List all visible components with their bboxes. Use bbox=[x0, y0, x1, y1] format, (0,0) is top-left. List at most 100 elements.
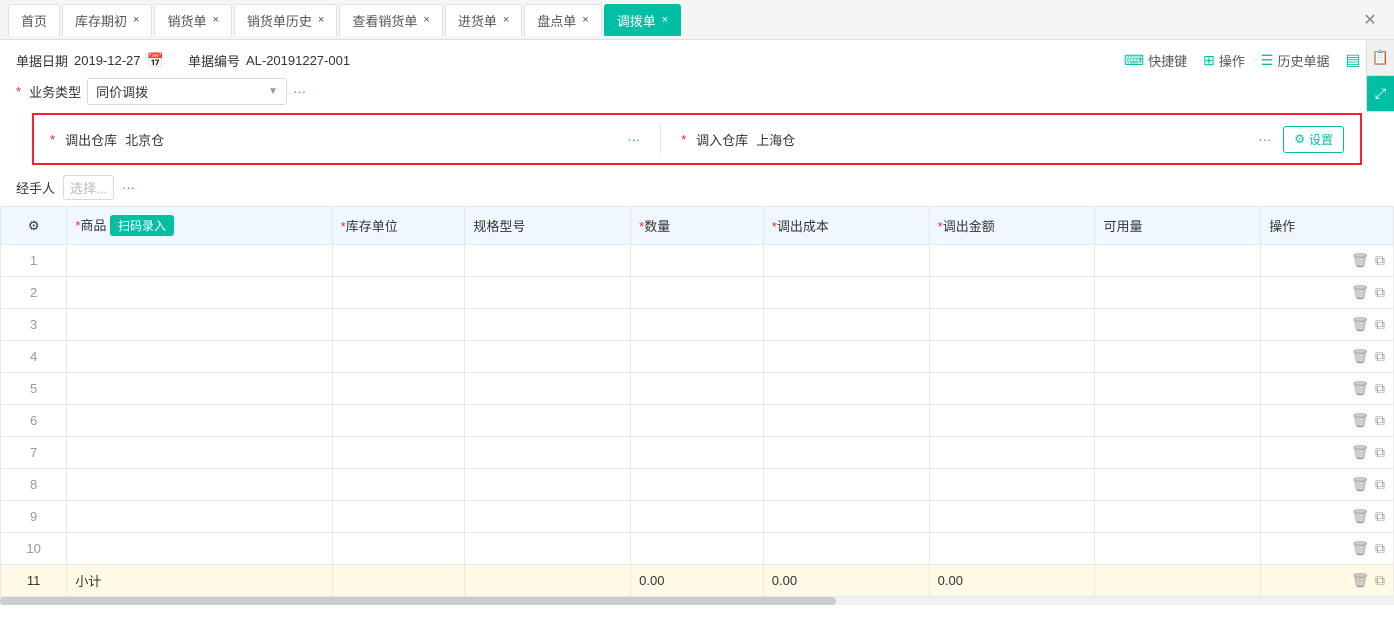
cell-qty[interactable] bbox=[631, 373, 764, 405]
close-icon[interactable]: × bbox=[662, 14, 668, 26]
copy-icon[interactable]: ⧉ bbox=[1375, 540, 1385, 557]
delete-icon[interactable]: 🗑 bbox=[1351, 444, 1369, 461]
biz-type-more-btn[interactable]: ··· bbox=[293, 84, 306, 99]
copy-icon[interactable]: ⧉ bbox=[1375, 252, 1385, 269]
cell-unit[interactable] bbox=[332, 341, 465, 373]
delete-icon[interactable]: 🗑 bbox=[1351, 380, 1369, 397]
cell-spec[interactable] bbox=[465, 469, 631, 501]
cell-qty[interactable] bbox=[631, 469, 764, 501]
cell-avail[interactable] bbox=[1095, 245, 1261, 277]
cell-product[interactable] bbox=[67, 245, 332, 277]
cell-qty[interactable] bbox=[631, 437, 764, 469]
cell-spec[interactable] bbox=[465, 373, 631, 405]
cell-spec[interactable] bbox=[465, 533, 631, 565]
tab-sales-history[interactable]: 销货单历史 × bbox=[234, 4, 337, 36]
cell-amount[interactable] bbox=[929, 373, 1095, 405]
cell-avail[interactable] bbox=[1095, 501, 1261, 533]
copy-icon[interactable]: ⧉ bbox=[1375, 348, 1385, 365]
cell-amount[interactable] bbox=[929, 533, 1095, 565]
cell-unit[interactable] bbox=[332, 277, 465, 309]
delete-icon[interactable]: 🗑 bbox=[1351, 476, 1369, 493]
copy-icon[interactable]: ⧉ bbox=[1375, 412, 1385, 429]
cell-product[interactable] bbox=[67, 277, 332, 309]
sidebar-note-btn[interactable]: 📋 bbox=[1367, 40, 1394, 76]
cell-avail[interactable] bbox=[1095, 437, 1261, 469]
history-btn[interactable]: ☰ 历史单据 bbox=[1261, 51, 1330, 70]
delete-icon[interactable]: 🗑 bbox=[1351, 252, 1369, 269]
copy-icon[interactable]: ⧉ bbox=[1375, 508, 1385, 525]
cell-amount[interactable] bbox=[929, 405, 1095, 437]
in-warehouse-value[interactable]: 上海仓 bbox=[756, 130, 795, 149]
cell-cost[interactable] bbox=[763, 245, 929, 277]
delete-icon[interactable]: 🗑 bbox=[1351, 412, 1369, 429]
close-icon[interactable]: × bbox=[318, 14, 324, 26]
cell-cost[interactable] bbox=[763, 469, 929, 501]
cell-product[interactable] bbox=[67, 501, 332, 533]
horizontal-scrollbar[interactable] bbox=[0, 597, 1394, 605]
close-icon[interactable]: × bbox=[212, 14, 218, 26]
cell-cost[interactable] bbox=[763, 405, 929, 437]
tab-inventory-init[interactable]: 库存期初 × bbox=[62, 4, 152, 36]
cell-qty[interactable] bbox=[631, 277, 764, 309]
cell-avail[interactable] bbox=[1095, 373, 1261, 405]
agent-more-btn[interactable]: ··· bbox=[122, 180, 135, 195]
cell-amount[interactable] bbox=[929, 341, 1095, 373]
in-warehouse-more-btn[interactable]: ··· bbox=[1258, 132, 1271, 147]
cell-spec[interactable] bbox=[465, 405, 631, 437]
cell-product[interactable] bbox=[67, 309, 332, 341]
cell-cost[interactable] bbox=[763, 437, 929, 469]
tab-inventory-check[interactable]: 盘点单 × bbox=[524, 4, 601, 36]
cell-product[interactable] bbox=[67, 405, 332, 437]
tab-home[interactable]: 首页 bbox=[8, 4, 60, 36]
cell-unit[interactable] bbox=[332, 533, 465, 565]
cell-amount[interactable] bbox=[929, 437, 1095, 469]
cell-unit[interactable] bbox=[332, 405, 465, 437]
delete-icon[interactable]: 🗑 bbox=[1351, 540, 1369, 557]
cell-avail[interactable] bbox=[1095, 405, 1261, 437]
cell-avail[interactable] bbox=[1095, 309, 1261, 341]
delete-icon[interactable]: 🗑 bbox=[1351, 348, 1369, 365]
cell-cost[interactable] bbox=[763, 373, 929, 405]
biz-type-select[interactable]: 同价调拨 ▼ bbox=[87, 78, 287, 105]
cell-cost[interactable] bbox=[763, 533, 929, 565]
cell-qty[interactable] bbox=[631, 405, 764, 437]
cell-product[interactable] bbox=[67, 437, 332, 469]
cell-product[interactable] bbox=[67, 469, 332, 501]
out-warehouse-more-btn[interactable]: ··· bbox=[627, 132, 640, 147]
close-icon[interactable]: × bbox=[133, 14, 139, 26]
cell-qty[interactable] bbox=[631, 341, 764, 373]
cell-unit[interactable] bbox=[332, 437, 465, 469]
list-view-icon[interactable]: ▤ bbox=[1345, 50, 1360, 70]
cell-product[interactable] bbox=[67, 341, 332, 373]
cell-qty[interactable] bbox=[631, 245, 764, 277]
delete-icon[interactable]: 🗑 bbox=[1351, 316, 1369, 333]
cell-cost[interactable] bbox=[763, 341, 929, 373]
close-icon[interactable]: × bbox=[503, 14, 509, 26]
out-warehouse-value[interactable]: 北京仓 bbox=[125, 130, 164, 149]
window-close-button[interactable]: ✕ bbox=[1354, 4, 1386, 36]
scrollbar-thumb[interactable] bbox=[0, 597, 836, 605]
cell-spec[interactable] bbox=[465, 309, 631, 341]
tab-sales-order[interactable]: 销货单 × bbox=[154, 4, 231, 36]
cell-amount[interactable] bbox=[929, 501, 1095, 533]
copy-icon[interactable]: ⧉ bbox=[1375, 476, 1385, 493]
cell-amount[interactable] bbox=[929, 469, 1095, 501]
th-settings[interactable]: ⚙ bbox=[1, 207, 67, 245]
cell-avail[interactable] bbox=[1095, 469, 1261, 501]
copy-icon[interactable]: ⧉ bbox=[1375, 444, 1385, 461]
calendar-icon[interactable]: 📅 bbox=[147, 52, 164, 69]
cell-avail[interactable] bbox=[1095, 277, 1261, 309]
cell-amount[interactable] bbox=[929, 309, 1095, 341]
cell-spec[interactable] bbox=[465, 341, 631, 373]
cell-unit[interactable] bbox=[332, 309, 465, 341]
cell-spec[interactable] bbox=[465, 501, 631, 533]
copy-icon[interactable]: ⧉ bbox=[1375, 284, 1385, 301]
copy-icon[interactable]: ⧉ bbox=[1375, 380, 1385, 397]
cell-amount[interactable] bbox=[929, 245, 1095, 277]
cell-qty[interactable] bbox=[631, 309, 764, 341]
cell-product[interactable] bbox=[67, 373, 332, 405]
cell-cost[interactable] bbox=[763, 309, 929, 341]
tab-view-sales[interactable]: 查看销货单 × bbox=[339, 4, 442, 36]
cell-qty[interactable] bbox=[631, 533, 764, 565]
tab-purchase-order[interactable]: 进货单 × bbox=[445, 4, 522, 36]
